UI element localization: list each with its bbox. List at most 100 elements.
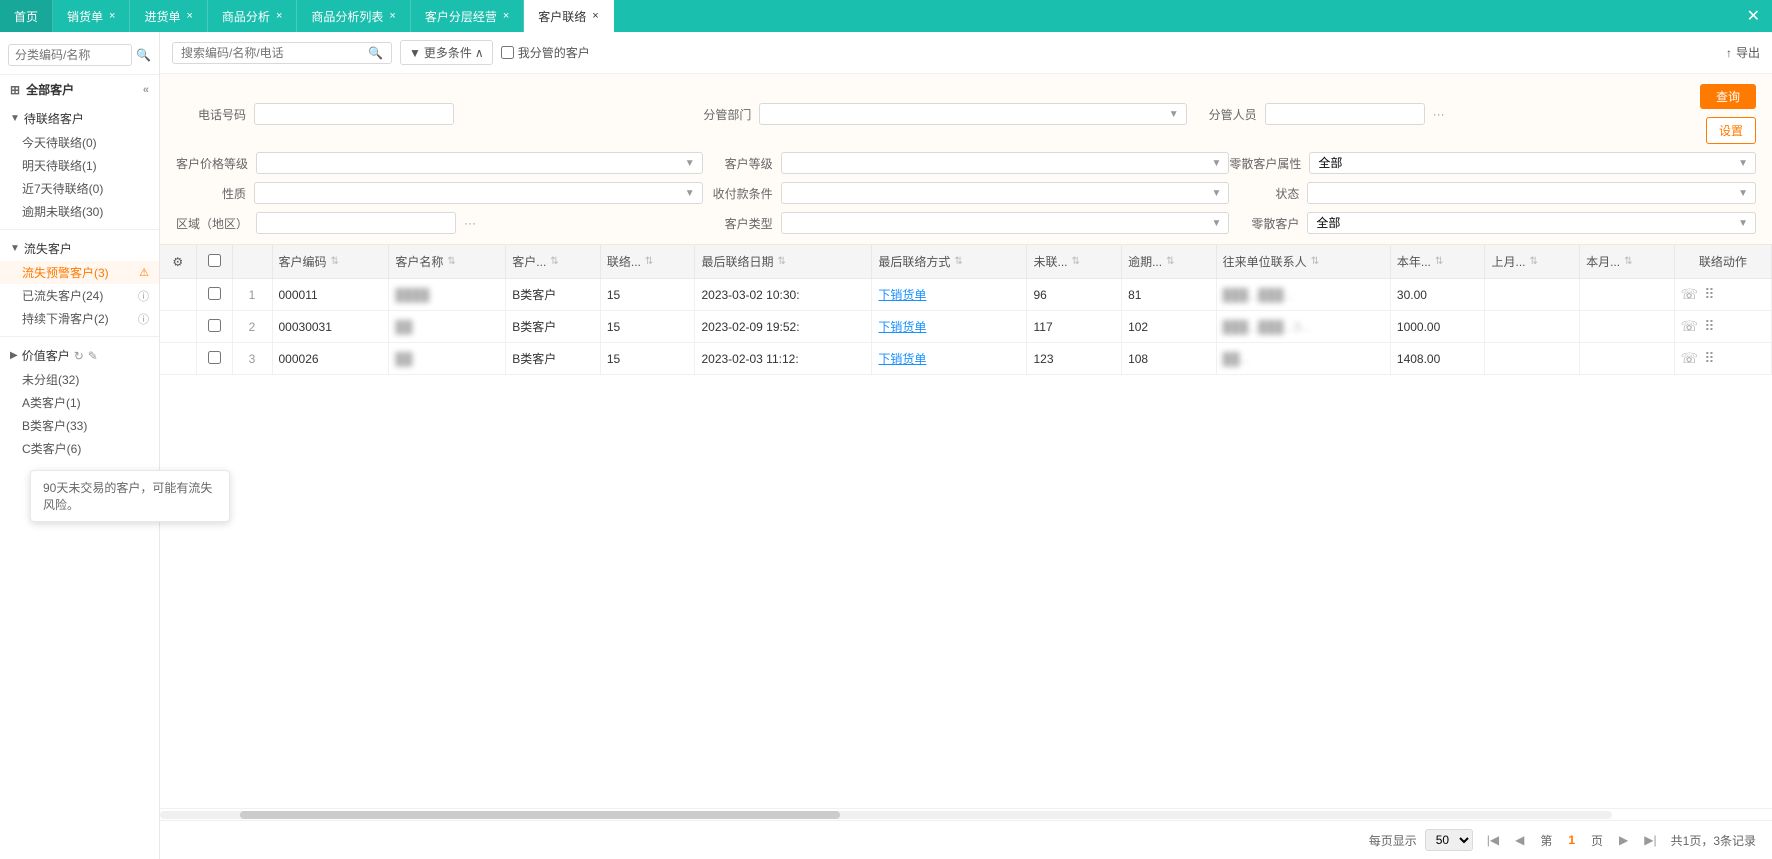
tab-customer-segment[interactable]: 客户分层经营 × bbox=[411, 0, 524, 32]
sidebar-item-already-lost[interactable]: 已流失客户(24) ⓘ bbox=[0, 284, 159, 307]
filter-zero-customer-select[interactable]: 全部 bbox=[1307, 212, 1756, 234]
tab-sales-order[interactable]: 销货单 × bbox=[53, 0, 130, 32]
filter-gender-select[interactable] bbox=[254, 182, 703, 204]
select-all-checkbox[interactable] bbox=[208, 254, 221, 267]
col-this-year-header[interactable]: 本年...⇅ bbox=[1390, 245, 1485, 279]
my-customers-checkbox[interactable] bbox=[501, 46, 514, 59]
export-btn[interactable]: ↑ 导出 bbox=[1726, 44, 1760, 61]
hscroll-thumb[interactable] bbox=[240, 811, 840, 819]
row-last-way-1[interactable]: 下销货单 bbox=[872, 311, 1027, 343]
tab-purchase-order[interactable]: 进货单 × bbox=[130, 0, 207, 32]
per-page-select[interactable]: 50 bbox=[1425, 829, 1473, 851]
filter-person-input[interactable] bbox=[1265, 103, 1425, 125]
row-last-way-0[interactable]: 下销货单 bbox=[872, 279, 1027, 311]
row-type-0: B类客户 bbox=[506, 279, 601, 311]
filter-price-level-label: 客户价格等级 bbox=[176, 155, 248, 172]
sidebar-group-lost-header[interactable]: ▼ 流失客户 bbox=[0, 236, 159, 261]
filter-phone-input[interactable] bbox=[254, 103, 454, 125]
sidebar-collapse-icon[interactable]: « bbox=[143, 84, 149, 96]
last-page-btn[interactable]: ▶| bbox=[1638, 831, 1662, 849]
sidebar-item-overdue-pending[interactable]: 逾期未联络(30) bbox=[0, 200, 159, 223]
row-check-1[interactable] bbox=[196, 311, 232, 343]
refresh-icon[interactable]: ↻ bbox=[74, 349, 84, 363]
sidebar-item-unclassified[interactable]: 未分组(32) bbox=[0, 368, 159, 391]
tab-product-analysis-list-close[interactable]: × bbox=[389, 10, 395, 22]
action-contact-icon-0[interactable]: ☏ bbox=[1681, 286, 1699, 303]
filter-customer-level-select[interactable] bbox=[781, 152, 1230, 174]
query-button[interactable]: 查询 bbox=[1700, 84, 1756, 109]
row-unit-contact-0: ███...███... bbox=[1216, 279, 1390, 311]
filter-zero-attr-select[interactable]: 全部 bbox=[1309, 152, 1756, 174]
more-dots-icon-2[interactable]: ··· bbox=[464, 216, 476, 230]
row-checkbox-2[interactable] bbox=[208, 351, 221, 364]
row-action-0[interactable]: ☏ ⠿ bbox=[1674, 279, 1771, 311]
edit-icon[interactable]: ✎ bbox=[88, 349, 98, 363]
filter-payment-select[interactable] bbox=[781, 182, 1230, 204]
row-action-1[interactable]: ☏ ⠿ bbox=[1674, 311, 1771, 343]
sidebar-item-type-a[interactable]: A类客户(1) bbox=[0, 391, 159, 414]
more-dots-icon[interactable]: ··· bbox=[1433, 107, 1445, 121]
sidebar-group-value-header[interactable]: ▶ 价值客户 ↻ ✎ bbox=[0, 343, 159, 368]
sidebar-all-customers[interactable]: ⊞ 全部客户 « bbox=[0, 75, 159, 104]
action-contact-icon-1[interactable]: ☏ bbox=[1681, 318, 1699, 335]
col-check-header[interactable] bbox=[196, 245, 232, 279]
tab-customer-contact[interactable]: 客户联络 × bbox=[524, 0, 613, 32]
sidebar-item-type-b[interactable]: B类客户(33) bbox=[0, 414, 159, 437]
more-conditions-btn[interactable]: ▼ 更多条件 ∧ bbox=[400, 40, 493, 65]
action-more-icon-0[interactable]: ⠿ bbox=[1704, 286, 1714, 303]
action-more-icon-2[interactable]: ⠿ bbox=[1704, 350, 1714, 367]
col-overdue-header[interactable]: 逾期...⇅ bbox=[1122, 245, 1217, 279]
filter-customer-type-select[interactable] bbox=[781, 212, 1230, 234]
action-more-icon-1[interactable]: ⠿ bbox=[1704, 318, 1714, 335]
filter-row-3: 性质 ▼ 收付款条件 ▼ 状态 bbox=[176, 182, 1756, 204]
sidebar-group-pending-header[interactable]: ▼ 待联络客户 bbox=[0, 106, 159, 131]
col-contact-header[interactable]: 联络...⇅ bbox=[600, 245, 695, 279]
filter-dept-select[interactable] bbox=[759, 103, 1186, 125]
row-checkbox-0[interactable] bbox=[208, 287, 221, 300]
next-page-btn[interactable]: ▶ bbox=[1613, 831, 1634, 849]
action-contact-icon-2[interactable]: ☏ bbox=[1681, 350, 1699, 367]
sidebar-item-tomorrow-pending[interactable]: 明天待联络(1) bbox=[0, 154, 159, 177]
col-not-contacted-header[interactable]: 未联...⇅ bbox=[1027, 245, 1122, 279]
filter-dept-field: 分管部门 ▼ bbox=[681, 103, 1186, 125]
prev-page-btn[interactable]: ◀ bbox=[1509, 831, 1530, 849]
col-last-month-header[interactable]: 上月...⇅ bbox=[1485, 245, 1580, 279]
my-customers-checkbox-label[interactable]: 我分管的客户 bbox=[501, 44, 590, 61]
col-type-header[interactable]: 客户...⇅ bbox=[506, 245, 601, 279]
sidebar-search-icon[interactable]: 🔍 bbox=[136, 48, 151, 62]
window-close-btn[interactable]: ✕ bbox=[1747, 6, 1772, 26]
search-input[interactable] bbox=[181, 46, 364, 60]
row-last-way-2[interactable]: 下销货单 bbox=[872, 343, 1027, 375]
filter-price-level-select[interactable] bbox=[256, 152, 703, 174]
setting-button[interactable]: 设置 bbox=[1706, 117, 1756, 144]
col-code-header[interactable]: 客户编码⇅ bbox=[272, 245, 389, 279]
tab-product-analysis-close[interactable]: × bbox=[276, 10, 282, 22]
sidebar-item-declining[interactable]: 持续下滑客户(2) ⓘ bbox=[0, 307, 159, 330]
first-page-btn[interactable]: |◀ bbox=[1481, 831, 1505, 849]
sidebar-item-type-c[interactable]: C类客户(6) bbox=[0, 437, 159, 460]
filter-status-select[interactable] bbox=[1307, 182, 1756, 204]
tab-product-analysis[interactable]: 商品分析 × bbox=[208, 0, 297, 32]
sidebar-search-input[interactable] bbox=[8, 44, 132, 66]
filter-region-input[interactable] bbox=[256, 212, 456, 234]
filter-search-icon[interactable]: 🔍 bbox=[368, 46, 383, 60]
row-check-0[interactable] bbox=[196, 279, 232, 311]
tab-product-analysis-list[interactable]: 商品分析列表 × bbox=[297, 0, 410, 32]
tab-customer-contact-close[interactable]: × bbox=[592, 10, 598, 22]
col-name-header[interactable]: 客户名称⇅ bbox=[389, 245, 506, 279]
sidebar-item-today-pending[interactable]: 今天待联络(0) bbox=[0, 131, 159, 154]
col-setting-header[interactable]: ⚙ bbox=[160, 245, 196, 279]
col-unit-contact-header[interactable]: 往来单位联系人⇅ bbox=[1216, 245, 1390, 279]
col-this-month-header[interactable]: 本月...⇅ bbox=[1580, 245, 1675, 279]
tab-sales-order-close[interactable]: × bbox=[109, 10, 115, 22]
col-last-way-header[interactable]: 最后联络方式⇅ bbox=[872, 245, 1027, 279]
col-last-date-header[interactable]: 最后联络日期⇅ bbox=[695, 245, 872, 279]
sidebar-item-loss-warning[interactable]: 流失预警客户(3) ⚠ bbox=[0, 261, 159, 284]
tab-home[interactable]: 首页 bbox=[0, 0, 53, 32]
tab-purchase-order-close[interactable]: × bbox=[186, 10, 192, 22]
row-checkbox-1[interactable] bbox=[208, 319, 221, 332]
tab-customer-segment-close[interactable]: × bbox=[503, 10, 509, 22]
sidebar-item-7days-pending[interactable]: 近7天待联络(0) bbox=[0, 177, 159, 200]
row-action-2[interactable]: ☏ ⠿ bbox=[1674, 343, 1771, 375]
row-check-2[interactable] bbox=[196, 343, 232, 375]
